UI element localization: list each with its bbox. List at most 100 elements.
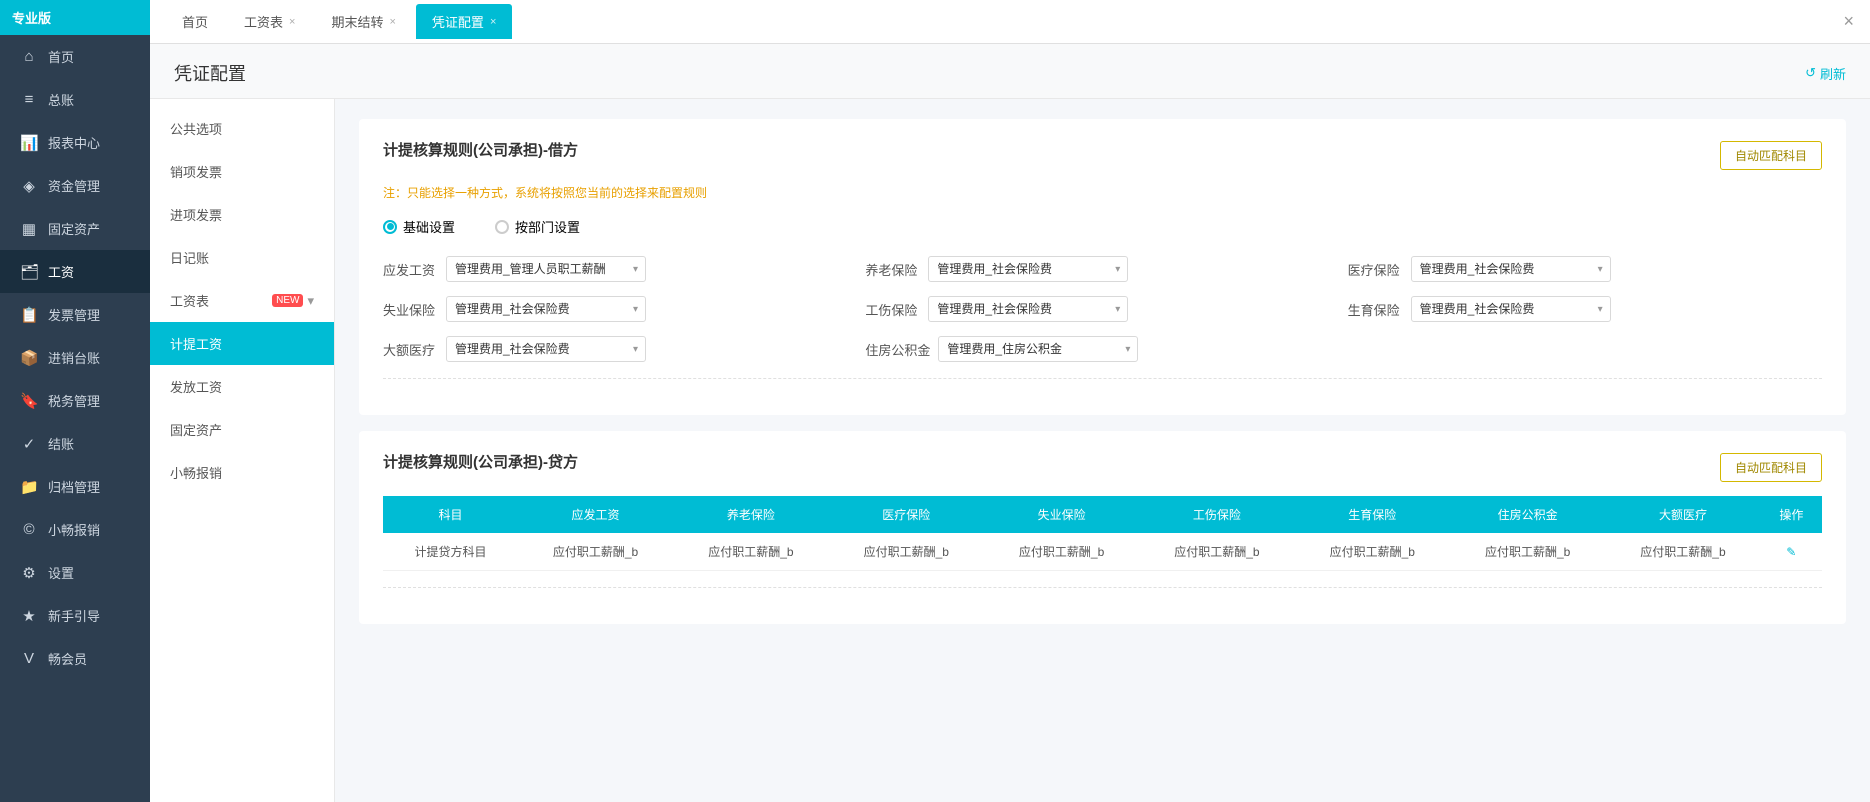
- edit-icon[interactable]: ✎: [1786, 545, 1796, 559]
- col-medical: 医疗保险: [829, 496, 984, 533]
- credit-auto-match-button[interactable]: 自动匹配科目: [1720, 453, 1822, 482]
- sidebar-item-salary[interactable]: 🗂 工资: [0, 250, 150, 293]
- page-title: 凭证配置: [174, 60, 246, 86]
- row-housing-fund: 应付职工薪酬_b: [1450, 533, 1605, 571]
- maternity-select[interactable]: 管理费用_社会保险费: [1411, 296, 1611, 322]
- basic-setting-radio[interactable]: 基础设置: [383, 217, 455, 236]
- row-unemployment: 应付职工薪酬_b: [984, 533, 1139, 571]
- sidebar-label: 税务管理: [48, 391, 100, 410]
- debit-field-row-3: 大额医疗 管理费用_社会保险费 ▾ 住房公积金 管理费用_住房公积金: [383, 336, 1822, 362]
- major-medical-select-wrap: 管理费用_社会保险费 ▾: [446, 336, 646, 362]
- sidebar-item-guide[interactable]: ★ 新手引导: [0, 594, 150, 637]
- sidebar-item-close[interactable]: ✓ 结账: [0, 422, 150, 465]
- sidebar-item-archive[interactable]: 📁 归档管理: [0, 465, 150, 508]
- work-injury-label: 工伤保险: [865, 300, 920, 319]
- col-maternity: 生育保险: [1295, 496, 1450, 533]
- work-injury-select[interactable]: 管理费用_社会保险费: [928, 296, 1128, 322]
- sidebar-item-inventory[interactable]: 📦 进销台账: [0, 336, 150, 379]
- tab-period-close[interactable]: 期末结转 ×: [315, 4, 411, 39]
- left-nav-public[interactable]: 公共选项: [150, 107, 334, 150]
- field-pension: 养老保险 管理费用_社会保险费 ▾: [865, 256, 1339, 282]
- sidebar-item-home[interactable]: ⌂ 首页: [0, 35, 150, 78]
- maternity-label: 生育保险: [1348, 300, 1403, 319]
- row-edit[interactable]: ✎: [1761, 533, 1822, 571]
- refresh-icon: ↺: [1805, 65, 1816, 81]
- medical-select[interactable]: 管理费用_社会保险费: [1411, 256, 1611, 282]
- sidebar-item-member[interactable]: V 畅会员: [0, 637, 150, 680]
- sidebar-label: 工资: [48, 262, 74, 281]
- sidebar-label: 归档管理: [48, 477, 100, 496]
- debit-section: 计提核算规则(公司承担)-借方 自动匹配科目 注：只能选择一种方式，系统将按照您…: [359, 119, 1846, 415]
- main-area: 首页 工资表 × 期末结转 × 凭证配置 × × 凭证配置 ↺ 刷新 公共选项: [150, 0, 1870, 802]
- divider-2: [383, 587, 1822, 588]
- home-icon: ⌂: [20, 48, 38, 65]
- sidebar-label: 固定资产: [48, 219, 100, 238]
- field-salary: 应发工资 管理费用_管理人员职工薪酬 ▾: [383, 256, 857, 282]
- debit-field-row-1: 应发工资 管理费用_管理人员职工薪酬 ▾ 养老保险 管理费用_社会保险费: [383, 256, 1822, 282]
- housing-fund-select[interactable]: 管理费用_住房公积金: [938, 336, 1138, 362]
- salary-select[interactable]: 管理费用_管理人员职工薪酬: [446, 256, 646, 282]
- department-radio-circle: [495, 220, 509, 234]
- member-icon: V: [20, 650, 38, 667]
- sidebar-item-reports[interactable]: 📊 报表中心: [0, 121, 150, 164]
- left-nav-journal[interactable]: 日记账: [150, 236, 334, 279]
- field-housing-fund: 住房公积金 管理费用_住房公积金 ▾: [865, 336, 1339, 362]
- department-setting-radio[interactable]: 按部门设置: [495, 217, 580, 236]
- tab-salary-table[interactable]: 工资表 ×: [228, 4, 311, 39]
- sidebar-label: 设置: [48, 563, 74, 582]
- medical-select-wrap: 管理费用_社会保险费 ▾: [1411, 256, 1611, 282]
- close-window-icon[interactable]: ×: [1843, 11, 1854, 32]
- new-badge: NEW: [272, 294, 303, 307]
- sidebar-item-xiaochang[interactable]: © 小畅报销: [0, 508, 150, 551]
- left-nav: 公共选项 销项发票 进项发票 日记账 工资表 NEW ▾ 计提工资: [150, 99, 335, 802]
- sidebar-item-funds[interactable]: ◈ 资金管理: [0, 164, 150, 207]
- pension-select-wrap: 管理费用_社会保险费 ▾: [928, 256, 1128, 282]
- left-nav-accrual-salary[interactable]: 计提工资: [150, 322, 334, 365]
- debit-auto-match-button[interactable]: 自动匹配科目: [1720, 141, 1822, 170]
- field-maternity: 生育保险 管理费用_社会保险费 ▾: [1348, 296, 1822, 322]
- right-content: 计提核算规则(公司承担)-借方 自动匹配科目 注：只能选择一种方式，系统将按照您…: [335, 99, 1870, 802]
- unemployment-select[interactable]: 管理费用_社会保险费: [446, 296, 646, 322]
- basic-radio-circle: [383, 220, 397, 234]
- tab-salary-label: 工资表: [244, 12, 283, 31]
- tab-voucher-config[interactable]: 凭证配置 ×: [416, 4, 512, 39]
- sidebar-item-invoices[interactable]: 📋 发票管理: [0, 293, 150, 336]
- refresh-button[interactable]: ↺ 刷新: [1805, 64, 1846, 83]
- major-medical-label: 大额医疗: [383, 340, 438, 359]
- sidebar-label: 首页: [48, 47, 74, 66]
- sidebar-label: 报表中心: [48, 133, 100, 152]
- left-nav-purchase-invoice[interactable]: 进项发票: [150, 193, 334, 236]
- tab-voucher-label: 凭证配置: [432, 12, 484, 31]
- left-nav-fixed-assets[interactable]: 固定资产: [150, 408, 334, 451]
- divider-1: [383, 378, 1822, 379]
- major-medical-select[interactable]: 管理费用_社会保险费: [446, 336, 646, 362]
- field-medical: 医疗保险 管理费用_社会保险费 ▾: [1348, 256, 1822, 282]
- tab-salary-close-icon[interactable]: ×: [289, 16, 295, 28]
- medical-label: 医疗保险: [1348, 260, 1403, 279]
- app-name: 专业版: [0, 0, 150, 35]
- left-nav-pay-salary[interactable]: 发放工资: [150, 365, 334, 408]
- sidebar-item-assets[interactable]: ▦ 固定资产: [0, 207, 150, 250]
- pension-select[interactable]: 管理费用_社会保险费: [928, 256, 1128, 282]
- row-work-injury: 应付职工薪酬_b: [1139, 533, 1294, 571]
- sidebar-label: 资金管理: [48, 176, 100, 195]
- tab-period-close-icon[interactable]: ×: [389, 16, 395, 28]
- sidebar-label: 发票管理: [48, 305, 100, 324]
- col-work-injury: 工伤保险: [1139, 496, 1294, 533]
- sidebar-item-ledger[interactable]: ≡ 总账: [0, 78, 150, 121]
- left-nav-salary-table[interactable]: 工资表 NEW ▾: [150, 279, 334, 322]
- left-nav-xiaochang-expense[interactable]: 小畅报销: [150, 451, 334, 494]
- col-subject: 科目: [383, 496, 518, 533]
- tab-home[interactable]: 首页: [166, 4, 224, 39]
- tab-voucher-close-icon[interactable]: ×: [490, 16, 496, 28]
- sidebar-item-settings[interactable]: ⚙ 设置: [0, 551, 150, 594]
- sidebar-item-tax[interactable]: 🔖 税务管理: [0, 379, 150, 422]
- row-maternity: 应付职工薪酬_b: [1295, 533, 1450, 571]
- unemployment-label: 失业保险: [383, 300, 438, 319]
- col-pension: 养老保险: [673, 496, 828, 533]
- close-accounts-icon: ✓: [20, 435, 38, 453]
- debit-section-title: 计提核算规则(公司承担)-借方: [383, 139, 578, 160]
- archive-icon: 📁: [20, 478, 38, 496]
- left-nav-sales-invoice[interactable]: 销项发票: [150, 150, 334, 193]
- basic-setting-label: 基础设置: [403, 217, 455, 236]
